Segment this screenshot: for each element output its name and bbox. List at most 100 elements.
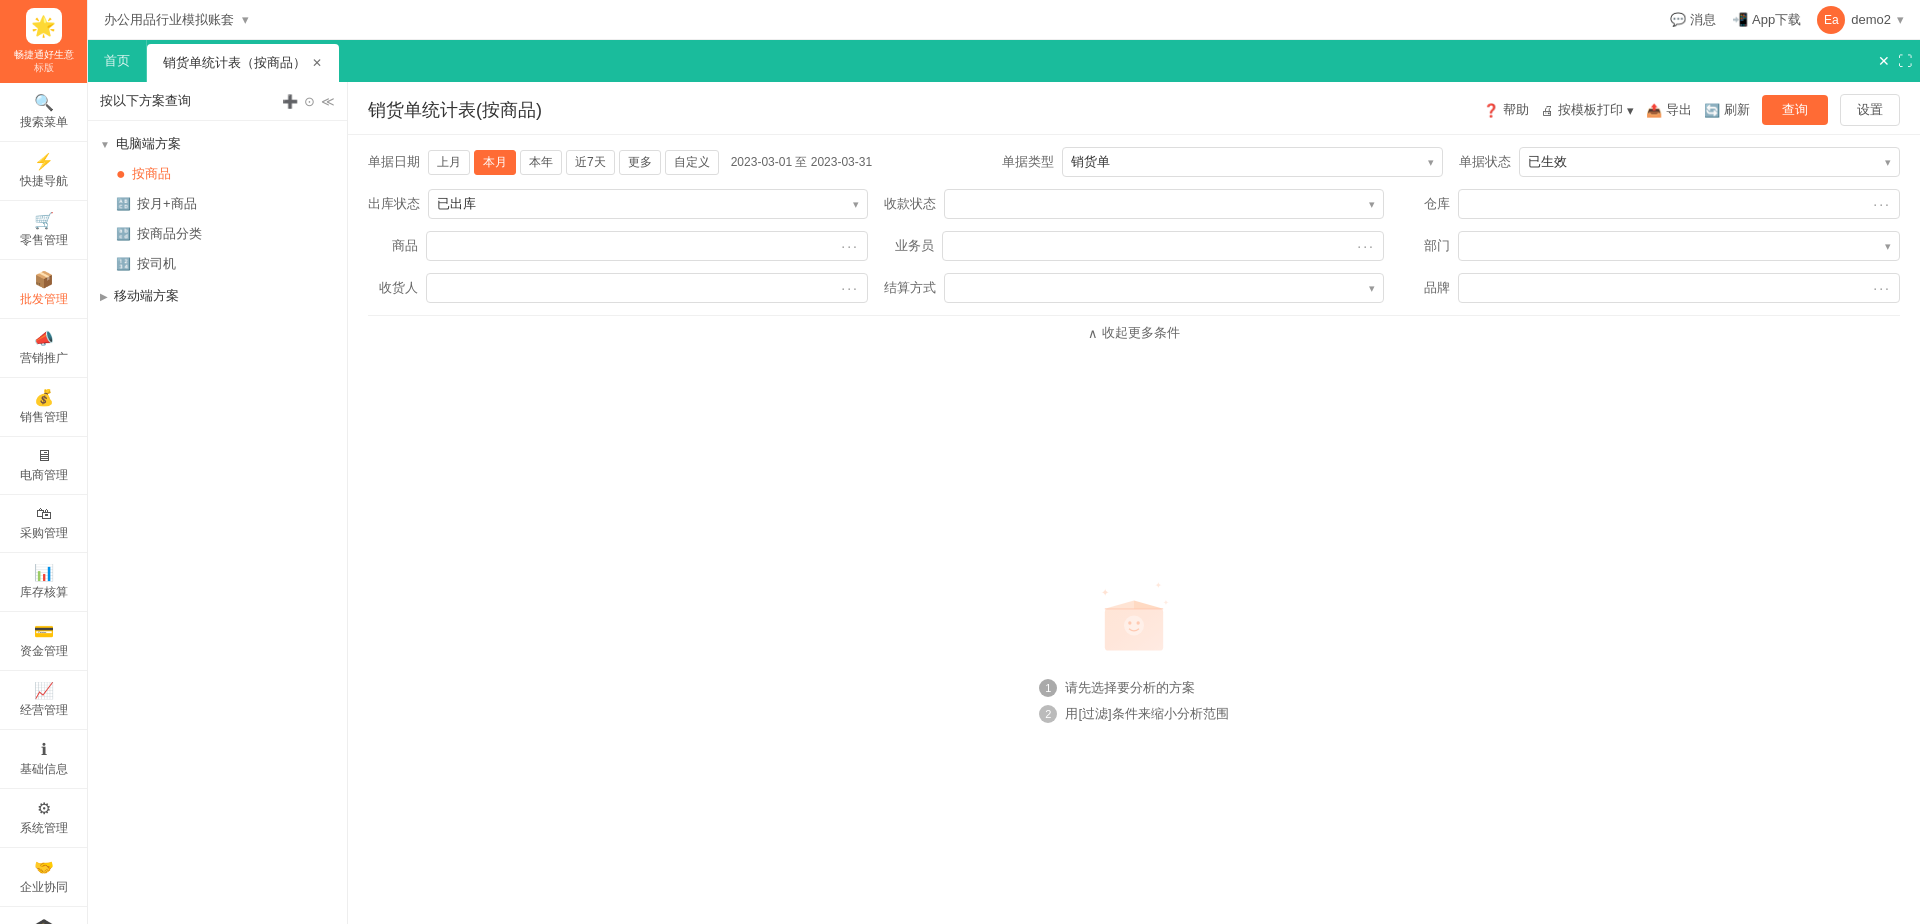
brand-filter: 品牌 ··· — [1400, 273, 1900, 303]
by-goods-label: 按商品 — [132, 165, 171, 183]
collapse-filter-btn[interactable]: ∧ 收起更多条件 — [368, 315, 1900, 350]
date-btn-custom[interactable]: 自定义 — [665, 150, 719, 175]
pc-group-arrow: ▼ — [100, 139, 110, 150]
sidebar-item-finance[interactable]: 💳 资金管理 — [0, 612, 87, 671]
sidebar-item-search[interactable]: 🔍 搜索菜单 — [0, 83, 87, 142]
settings-button[interactable]: 设置 — [1840, 94, 1900, 126]
app-download-btn[interactable]: 📲 App下载 — [1732, 11, 1801, 29]
schema-item-by-cashier[interactable]: 🔢 按司机 — [88, 249, 347, 279]
schema-group-pc: ▼ 电脑端方案 ● 按商品 🔠 按月+商品 🔡 按商品分类 — [88, 129, 347, 279]
salesperson-input[interactable]: ··· — [942, 231, 1384, 261]
left-panel-header: 按以下方案查询 ➕ ⊙ ≪ — [88, 82, 347, 121]
sidebar-item-corp[interactable]: 🤝 企业协同 — [0, 848, 87, 907]
print-icon: 🖨 — [1541, 103, 1554, 118]
sidebar-item-sales[interactable]: 💰 销售管理 — [0, 378, 87, 437]
empty-hints: 1 请先选择要分析的方案 2 用[过滤]条件来缩小分析范围 — [1039, 679, 1228, 723]
goods-filter: 商品 ··· — [368, 231, 868, 261]
receiver-input[interactable]: ··· — [426, 273, 868, 303]
print-label: 按模板打印 — [1558, 101, 1623, 119]
add-schema-icon[interactable]: ➕ — [282, 94, 298, 109]
refresh-btn[interactable]: 🔄 刷新 — [1704, 101, 1750, 119]
tab-home[interactable]: 首页 — [88, 40, 147, 82]
goods-dots: ··· — [841, 238, 859, 254]
help-btn[interactable]: ❓ 帮助 — [1483, 101, 1529, 119]
filter-row-3: 商品 ··· 业务员 ··· 部门 — [368, 231, 1900, 261]
dept-input[interactable]: ▾ — [1458, 231, 1900, 261]
date-btn-more[interactable]: 更多 — [619, 150, 661, 175]
print-btn[interactable]: 🖨 按模板打印 ▾ — [1541, 101, 1634, 119]
tab-close-icon[interactable]: ✕ — [312, 56, 322, 70]
doc-status-input[interactable]: 已生效 ▾ — [1519, 147, 1900, 177]
user-btn[interactable]: Ea demo2 ▾ — [1817, 6, 1904, 34]
dept-arrow: ▾ — [1885, 240, 1891, 253]
sidebar-item-ecom[interactable]: 🖥 电商管理 — [0, 437, 87, 495]
sidebar-item-guide[interactable]: 🎓 新手引导 — [0, 907, 87, 924]
sidebar-item-quick[interactable]: ⚡ 快捷导航 — [0, 142, 87, 201]
sidebar-item-system[interactable]: ⚙ 系统管理 — [0, 789, 87, 848]
sidebar-item-label: 库存核算 — [20, 584, 68, 601]
hint-circle-1: 1 — [1039, 679, 1057, 697]
sidebar-item-label: 企业协同 — [20, 879, 68, 896]
sidebar-item-ops[interactable]: 📈 经营管理 — [0, 671, 87, 730]
doc-type-input[interactable]: 销货单 ▾ — [1062, 147, 1443, 177]
mobile-group-label: 移动端方案 — [114, 287, 179, 305]
payment-input[interactable]: ▾ — [944, 273, 1384, 303]
out-status-arrow: ▾ — [853, 198, 859, 211]
minimize-icon[interactable]: ✕ — [1878, 53, 1890, 69]
marketing-icon: 📣 — [34, 329, 54, 348]
date-btn-7days[interactable]: 近7天 — [566, 150, 615, 175]
sales-icon: 💰 — [34, 388, 54, 407]
industry-dropdown-icon[interactable]: ▾ — [242, 12, 249, 27]
payment-label: 结算方式 — [884, 279, 936, 297]
message-btn[interactable]: 💬 消息 — [1670, 11, 1716, 29]
month-goods-icon: 🔠 — [116, 197, 131, 211]
out-status-filter: 出库状态 已出库 ▾ — [368, 189, 868, 219]
goods-input[interactable]: ··· — [426, 231, 868, 261]
export-btn[interactable]: 📤 导出 — [1646, 101, 1692, 119]
sidebar-item-label: 电商管理 — [20, 467, 68, 484]
schema-item-by-month-goods[interactable]: 🔠 按月+商品 — [88, 189, 347, 219]
finance-icon: 💳 — [34, 622, 54, 641]
schema-group-pc-title[interactable]: ▼ 电脑端方案 — [88, 129, 347, 159]
svg-text:✦: ✦ — [1101, 587, 1109, 598]
collapse-schema-icon[interactable]: ≪ — [321, 94, 335, 109]
recv-status-input[interactable]: ▾ — [944, 189, 1384, 219]
schema-item-by-goods[interactable]: ● 按商品 — [88, 159, 347, 189]
stock-icon: 📊 — [34, 563, 54, 582]
page-actions: ❓ 帮助 🖨 按模板打印 ▾ 📤 导出 🔄 刷新 — [1483, 94, 1900, 126]
maximize-icon[interactable]: ⛶ — [1898, 53, 1912, 69]
schema-group-mobile-title[interactable]: ▶ 移动端方案 — [88, 281, 347, 311]
dept-filter: 部门 ▾ — [1400, 231, 1900, 261]
export-label: 导出 — [1666, 101, 1692, 119]
date-btn-this-year[interactable]: 本年 — [520, 150, 562, 175]
sidebar-item-label: 零售管理 — [20, 232, 68, 249]
left-panel-title: 按以下方案查询 — [100, 92, 191, 110]
sidebar-item-stock[interactable]: 📊 库存核算 — [0, 553, 87, 612]
main-area: 办公用品行业模拟账套 ▾ 💬 消息 📲 App下载 Ea demo2 ▾ 首页 … — [88, 0, 1920, 924]
out-status-input[interactable]: 已出库 ▾ — [428, 189, 868, 219]
sidebar-item-marketing[interactable]: 📣 营销推广 — [0, 319, 87, 378]
date-btn-last-month[interactable]: 上月 — [428, 150, 470, 175]
cashier-icon: 🔢 — [116, 257, 131, 271]
tab-sales-stat[interactable]: 销货单统计表（按商品） ✕ — [147, 44, 339, 82]
warehouse-label: 仓库 — [1400, 195, 1450, 213]
refresh-icon: 🔄 — [1704, 103, 1720, 118]
sidebar-item-label: 搜索菜单 — [20, 114, 68, 131]
sidebar-item-basic[interactable]: ℹ 基础信息 — [0, 730, 87, 789]
edit-schema-icon[interactable]: ⊙ — [304, 94, 315, 109]
sidebar-item-retail[interactable]: 🛒 零售管理 — [0, 201, 87, 260]
industry-label: 办公用品行业模拟账套 — [104, 11, 234, 29]
warehouse-input[interactable]: ··· — [1458, 189, 1900, 219]
by-goods-active-dot: ● — [116, 165, 126, 183]
date-btn-this-month[interactable]: 本月 — [474, 150, 516, 175]
brand-input[interactable]: ··· — [1458, 273, 1900, 303]
query-button[interactable]: 查询 — [1762, 95, 1828, 125]
sidebar-item-wholesale[interactable]: 📦 批发管理 — [0, 260, 87, 319]
pc-group-label: 电脑端方案 — [116, 135, 181, 153]
schema-item-by-goods-cat[interactable]: 🔡 按商品分类 — [88, 219, 347, 249]
sidebar-item-purchase[interactable]: 🛍 采购管理 — [0, 495, 87, 553]
page-title: 销货单统计表(按商品) — [368, 98, 542, 122]
sidebar-item-label: 系统管理 — [20, 820, 68, 837]
header-right: 💬 消息 📲 App下载 Ea demo2 ▾ — [1670, 6, 1904, 34]
tabs-bar: 首页 销货单统计表（按商品） ✕ ✕ ⛶ — [88, 40, 1920, 82]
